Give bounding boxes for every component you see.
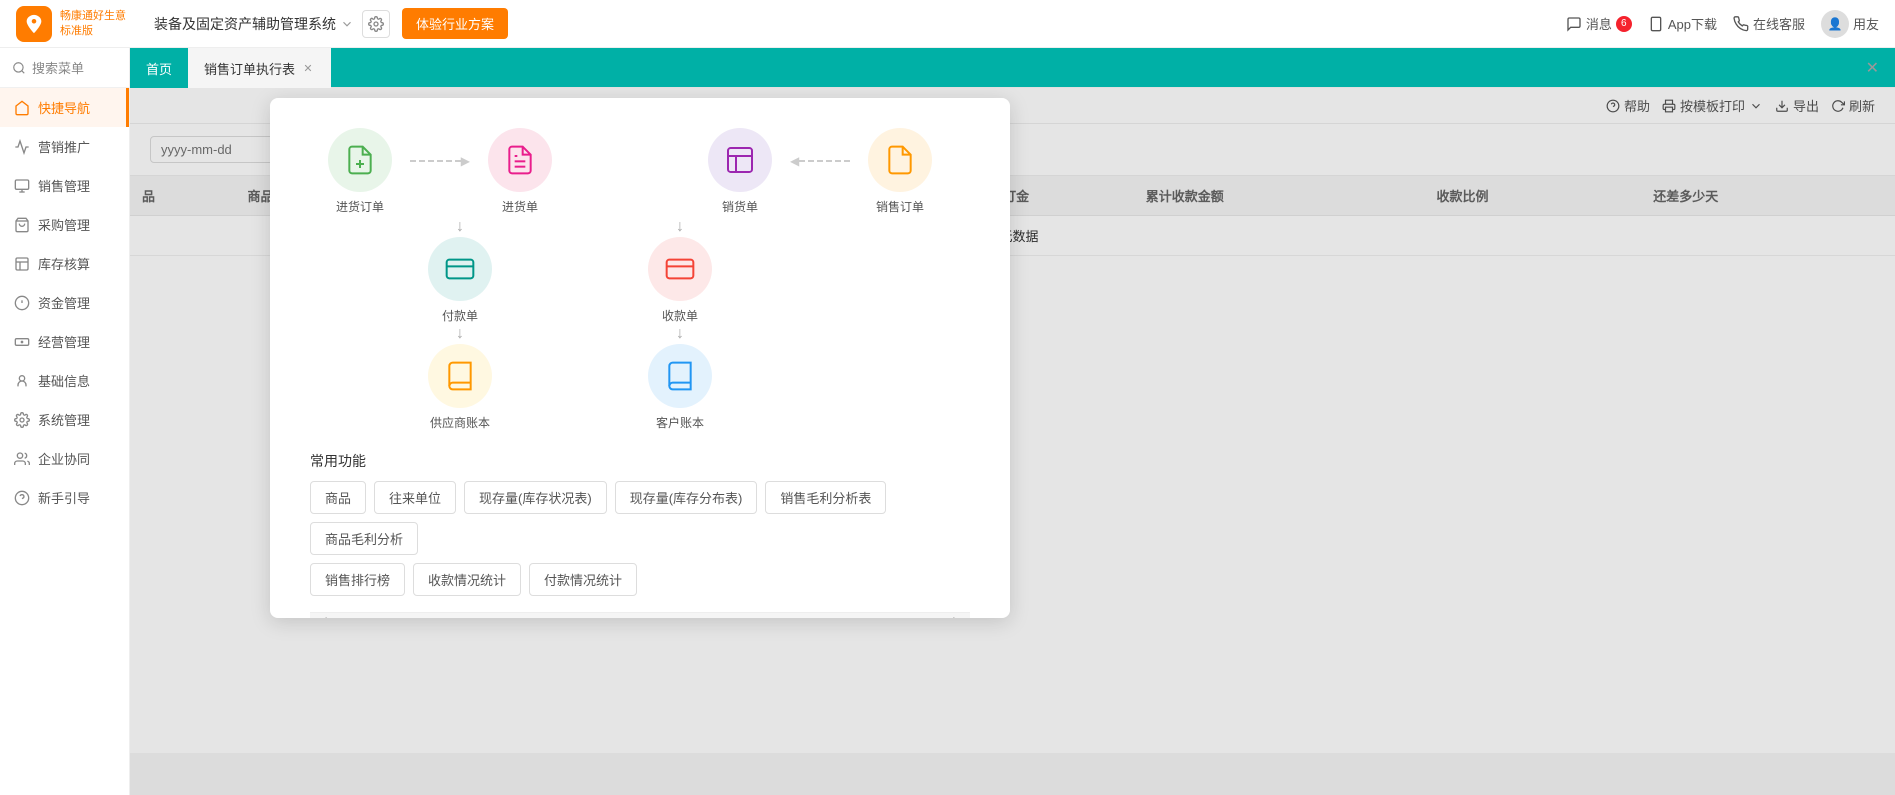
- arrow-down-receipt: ↓: [676, 219, 684, 235]
- sidebar-item-purchase[interactable]: 采购管理: [0, 205, 129, 244]
- flow-circle-payment: [428, 237, 492, 301]
- function-buttons-row2: 销售排行榜 收款情况统计 付款情况统计: [310, 563, 970, 596]
- flow-label-purchase-bill: 进货单: [502, 198, 538, 215]
- flow-label-sales-bill: 销货单: [722, 198, 758, 215]
- func-btn-receipt-stats[interactable]: 收款情况统计: [413, 563, 521, 596]
- flow-label-customer-ledger: 客户账本: [656, 414, 704, 431]
- arrow-down-supplier: ↓: [456, 326, 464, 342]
- page-content: 帮助 按模板打印 导出 刷新: [130, 88, 1895, 795]
- flow-item-supplier-ledger[interactable]: 供应商账本: [410, 344, 510, 431]
- sidebar-item-quick-nav[interactable]: 快捷导航: [0, 88, 129, 127]
- func-btn-payment-stats[interactable]: 付款情况统计: [529, 563, 637, 596]
- online-service-button[interactable]: 在线客服: [1733, 14, 1805, 33]
- logo-area: 畅康通好生意 标准版: [16, 6, 146, 42]
- arrow-down-customer: ↓: [676, 326, 684, 342]
- close-all-tabs[interactable]: ✕: [1850, 48, 1895, 87]
- sidebar-item-system[interactable]: 系统管理: [0, 400, 129, 439]
- common-functions-title: 常用功能: [310, 451, 970, 471]
- sidebar-item-sales[interactable]: 销售管理: [0, 166, 129, 205]
- scroll-thumb[interactable]: [330, 618, 980, 619]
- func-btn-product-margin[interactable]: 商品毛利分析: [310, 522, 418, 555]
- flow-item-customer-ledger[interactable]: 客户账本: [630, 344, 730, 431]
- common-functions-section: 常用功能 商品 往来单位 现存量(库存状况表) 现存量(库存分布表) 销售毛利分…: [310, 451, 970, 596]
- scroll-left-arrow[interactable]: ◀: [314, 613, 330, 619]
- user-avatar: 👤: [1821, 10, 1849, 38]
- sidebar-item-inventory[interactable]: 库存核算: [0, 244, 129, 283]
- message-button[interactable]: 消息 6: [1566, 14, 1632, 33]
- flow-circle-customer: [648, 344, 712, 408]
- message-badge: 6: [1616, 16, 1632, 32]
- flow-item-payment[interactable]: 付款单: [410, 237, 510, 324]
- app-download-button[interactable]: App下载: [1648, 14, 1717, 33]
- sidebar-item-quick-nav-label: 快捷导航: [38, 98, 90, 117]
- sidebar-item-marketing[interactable]: 营销推广: [0, 127, 129, 166]
- sidebar-item-finance[interactable]: 资金管理: [0, 283, 129, 322]
- sidebar-search[interactable]: 搜索菜单: [0, 48, 129, 88]
- top-right-actions: 消息 6 App下载 在线客服 👤 用友: [1566, 10, 1879, 38]
- tab-bar: 首页 销售订单执行表 ✕ ✕: [130, 48, 1895, 88]
- flow-circle-sales-bill: [708, 128, 772, 192]
- sidebar-item-operations[interactable]: 经营管理: [0, 322, 129, 361]
- flow-circle-purchase-bill: [488, 128, 552, 192]
- content-area: 首页 销售订单执行表 ✕ ✕ 帮助 按模板打: [130, 48, 1895, 795]
- flow-circle-receipt: [648, 237, 712, 301]
- logo-icon: [16, 6, 52, 42]
- scroll-track[interactable]: [330, 618, 950, 619]
- flow-label-payment: 付款单: [442, 307, 478, 324]
- flow-item-purchase-order[interactable]: 进货订单: [310, 128, 410, 215]
- modal-scrollbar: ◀ ▶: [310, 612, 970, 618]
- flow-item-sales-order[interactable]: 销售订单: [850, 128, 950, 215]
- flow-diagram: 进货订单 ▶: [310, 128, 970, 431]
- flow-label-purchase-order: 进货订单: [336, 198, 384, 215]
- tab-close-button[interactable]: ✕: [301, 61, 315, 75]
- function-buttons: 商品 往来单位 现存量(库存状况表) 现存量(库存分布表) 销售毛利分析表 商品…: [310, 481, 970, 555]
- sidebar-item-basic-info[interactable]: 基础信息: [0, 361, 129, 400]
- func-btn-stock-dist[interactable]: 现存量(库存分布表): [615, 481, 758, 514]
- flow-circle-supplier: [428, 344, 492, 408]
- flow-circle-purchase-order: [328, 128, 392, 192]
- experience-btn[interactable]: 体验行业方案: [402, 8, 508, 39]
- logo-text: 畅康通好生意 标准版: [60, 9, 126, 38]
- func-btn-stock-status[interactable]: 现存量(库存状况表): [464, 481, 607, 514]
- sidebar: 搜索菜单 快捷导航 营销推广 销售管理 采购管理 库存核算: [0, 48, 130, 795]
- func-btn-product[interactable]: 商品: [310, 481, 366, 514]
- flow-item-receipt[interactable]: 收款单: [630, 237, 730, 324]
- quick-nav-modal: 进货订单 ▶: [270, 98, 1010, 618]
- app-wrapper: 畅康通好生意 标准版 装备及固定资产辅助管理系统 体验行业方案 消息 6 App…: [0, 0, 1895, 795]
- settings-button[interactable]: [362, 10, 390, 38]
- sidebar-item-guide[interactable]: 新手引导: [0, 478, 129, 517]
- flow-item-sales-bill[interactable]: 销货单: [690, 128, 790, 215]
- func-btn-sales-margin[interactable]: 销售毛利分析表: [765, 481, 886, 514]
- modal-overlay: 进货订单 ▶: [130, 88, 1895, 795]
- top-bar: 畅康通好生意 标准版 装备及固定资产辅助管理系统 体验行业方案 消息 6 App…: [0, 0, 1895, 48]
- main-area: 搜索菜单 快捷导航 营销推广 销售管理 采购管理 库存核算: [0, 48, 1895, 795]
- flow-item-purchase-bill[interactable]: 进货单: [470, 128, 570, 215]
- tab-home[interactable]: 首页: [130, 48, 188, 88]
- flow-circle-sales-order: [868, 128, 932, 192]
- func-btn-partners[interactable]: 往来单位: [374, 481, 456, 514]
- user-profile[interactable]: 👤 用友: [1821, 10, 1879, 38]
- tab-sales-order-exec[interactable]: 销售订单执行表 ✕: [188, 48, 331, 88]
- flow-label-sales-order: 销售订单: [876, 198, 924, 215]
- system-title-dropdown[interactable]: 装备及固定资产辅助管理系统: [146, 14, 354, 34]
- flow-label-receipt: 收款单: [662, 307, 698, 324]
- arrow-down-payment: ↓: [456, 219, 464, 235]
- flow-label-supplier-ledger: 供应商账本: [430, 414, 490, 431]
- sidebar-item-cooperation[interactable]: 企业协同: [0, 439, 129, 478]
- system-title: 装备及固定资产辅助管理系统: [154, 14, 336, 34]
- func-btn-sales-rank[interactable]: 销售排行榜: [310, 563, 405, 596]
